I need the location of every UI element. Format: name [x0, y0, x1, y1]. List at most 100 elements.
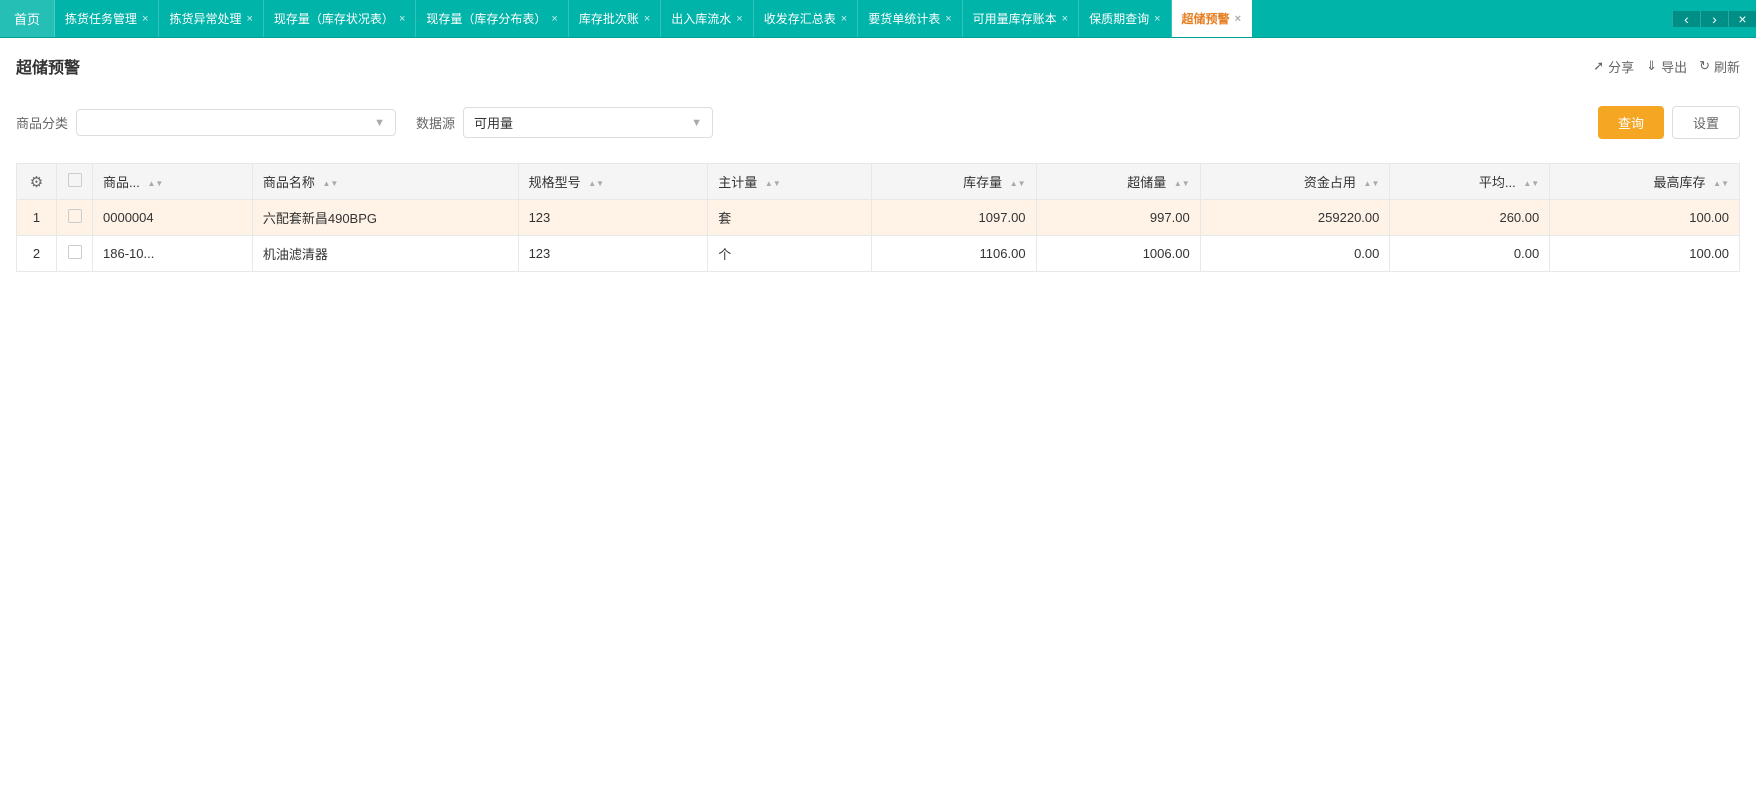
th-max-stock[interactable]: 最高库存 ▲▼ — [1550, 164, 1740, 200]
cell-capital-0: 259220.00 — [1200, 200, 1390, 236]
table-row: 1 0000004 六配套新昌490BPG 123 套 1097.00 997.… — [17, 200, 1740, 236]
query-button[interactable]: 查询 — [1598, 106, 1664, 139]
nav-label-4: 库存批次账 — [579, 10, 639, 27]
datasource-value: 可用量 — [474, 113, 513, 132]
nav-label-6: 收发存汇总表 — [764, 10, 836, 27]
cell-goods-code-0: 0000004 — [93, 200, 253, 236]
cell-unit-0: 套 — [708, 200, 872, 236]
refresh-label: 刷新 — [1714, 57, 1740, 76]
page-header: 超储预警 ➚ 分享 ⇓ 导出 ↻ 刷新 — [16, 54, 1740, 78]
filter-area: 商品分类 ▼ 数据源 可用量 ▼ 查询 设置 — [16, 94, 1740, 151]
nav-close-7[interactable]: × — [945, 13, 951, 25]
nav-item-10[interactable]: 超储预警 × — [1172, 0, 1252, 37]
cell-unit-1: 个 — [708, 236, 872, 272]
th-goods-code[interactable]: 商品... ▲▼ — [93, 164, 253, 200]
th-capital[interactable]: 资金占用 ▲▼ — [1200, 164, 1390, 200]
filter-buttons: 查询 设置 — [1598, 106, 1740, 139]
nav-close-1[interactable]: × — [246, 13, 252, 25]
th-goods-name-label: 商品名称 — [263, 175, 315, 190]
category-select[interactable]: ▼ — [76, 109, 396, 136]
nav-item-7[interactable]: 要货单统计表 × — [858, 0, 962, 37]
cell-stock-1: 1106.00 — [872, 236, 1036, 272]
cell-goods-name-0: 六配套新昌490BPG — [252, 200, 518, 236]
th-unit[interactable]: 主计量 ▲▼ — [708, 164, 872, 200]
category-label: 商品分类 — [16, 113, 68, 132]
refresh-button[interactable]: ↻ 刷新 — [1699, 57, 1740, 76]
sort-icon-capital: ▲▼ — [1364, 180, 1380, 188]
share-button[interactable]: ➚ 分享 — [1593, 57, 1634, 76]
nav-label-7: 要货单统计表 — [868, 10, 940, 27]
nav-arrow-right[interactable]: › — [1700, 11, 1728, 27]
export-icon: ⇓ — [1646, 58, 1657, 74]
nav-close-6[interactable]: × — [841, 13, 847, 25]
nav-item-9[interactable]: 保质期查询 × — [1079, 0, 1171, 37]
sort-icon-stock: ▲▼ — [1010, 180, 1026, 188]
nav-item-0[interactable]: 拣货任务管理 × — [55, 0, 159, 37]
cell-avg-1: 0.00 — [1390, 236, 1550, 272]
cell-checkbox-0[interactable] — [57, 200, 93, 236]
nav-item-6[interactable]: 收发存汇总表 × — [754, 0, 858, 37]
nav-label-2: 现存量（库存状况表） — [274, 10, 394, 27]
cell-max-stock-0: 100.00 — [1550, 200, 1740, 236]
nav-home[interactable]: 首页 — [0, 0, 55, 37]
settings-button[interactable]: 设置 — [1672, 106, 1740, 139]
th-goods-name[interactable]: 商品名称 ▲▼ — [252, 164, 518, 200]
th-settings: ⚙ — [17, 164, 57, 200]
th-over-stock-label: 超储量 — [1127, 175, 1166, 190]
nav-close-4[interactable]: × — [644, 13, 650, 25]
table-row: 2 186-10... 机油滤清器 123 个 1106.00 1006.00 … — [17, 236, 1740, 272]
th-spec-label: 规格型号 — [529, 175, 581, 190]
nav-label-5: 出入库流水 — [671, 10, 731, 27]
cell-spec-0: 123 — [518, 200, 708, 236]
nav-arrows: ‹ › × — [1672, 11, 1756, 27]
nav-item-1[interactable]: 拣货异常处理 × — [159, 0, 263, 37]
data-table: ⚙ 商品... ▲▼ 商品名称 ▲▼ 规格型号 ▲▼ 主计 — [16, 163, 1740, 272]
th-over-stock[interactable]: 超储量 ▲▼ — [1036, 164, 1200, 200]
nav-item-8[interactable]: 可用量库存账本 × — [963, 0, 1079, 37]
datasource-chevron-down-icon: ▼ — [691, 117, 702, 129]
nav-label-0: 拣货任务管理 — [65, 10, 137, 27]
nav-arrow-left[interactable]: ‹ — [1672, 11, 1700, 27]
nav-arrow-close[interactable]: × — [1728, 11, 1756, 27]
table-header-row: ⚙ 商品... ▲▼ 商品名称 ▲▼ 规格型号 ▲▼ 主计 — [17, 164, 1740, 200]
sort-icon-goods-name: ▲▼ — [323, 180, 339, 188]
cell-checkbox-1[interactable] — [57, 236, 93, 272]
nav-item-3[interactable]: 现存量（库存分布表） × — [416, 0, 568, 37]
nav-item-2[interactable]: 现存量（库存状况表） × — [264, 0, 416, 37]
table-body: 1 0000004 六配套新昌490BPG 123 套 1097.00 997.… — [17, 200, 1740, 272]
cell-stock-0: 1097.00 — [872, 200, 1036, 236]
th-unit-label: 主计量 — [718, 175, 757, 190]
nav-close-5[interactable]: × — [736, 13, 742, 25]
category-chevron-down-icon: ▼ — [374, 117, 385, 129]
th-stock[interactable]: 库存量 ▲▼ — [872, 164, 1036, 200]
nav-close-0[interactable]: × — [142, 13, 148, 25]
nav-close-10[interactable]: × — [1235, 13, 1241, 25]
nav-item-4[interactable]: 库存批次账 × — [569, 0, 661, 37]
nav-close-3[interactable]: × — [551, 13, 557, 25]
nav-close-8[interactable]: × — [1062, 13, 1068, 25]
sort-icon-avg: ▲▼ — [1523, 180, 1539, 188]
th-avg[interactable]: 平均... ▲▼ — [1390, 164, 1550, 200]
category-filter: 商品分类 ▼ — [16, 109, 396, 136]
row-checkbox-0[interactable] — [68, 209, 82, 223]
sort-icon-spec: ▲▼ — [588, 180, 604, 188]
export-button[interactable]: ⇓ 导出 — [1646, 57, 1687, 76]
sort-icon-over-stock: ▲▼ — [1174, 180, 1190, 188]
settings-icon[interactable]: ⚙ — [30, 173, 43, 191]
row-checkbox-1[interactable] — [68, 245, 82, 259]
cell-goods-code-1: 186-10... — [93, 236, 253, 272]
refresh-icon: ↻ — [1699, 58, 1710, 74]
th-stock-label: 库存量 — [963, 175, 1002, 190]
export-label: 导出 — [1661, 57, 1687, 76]
nav-item-5[interactable]: 出入库流水 × — [661, 0, 753, 37]
th-spec[interactable]: 规格型号 ▲▼ — [518, 164, 708, 200]
nav-label-8: 可用量库存账本 — [973, 10, 1057, 27]
share-icon: ➚ — [1593, 58, 1604, 74]
cell-spec-1: 123 — [518, 236, 708, 272]
header-checkbox[interactable] — [68, 173, 82, 187]
datasource-select[interactable]: 可用量 ▼ — [463, 107, 713, 138]
sort-icon-goods-code: ▲▼ — [147, 180, 163, 188]
nav-close-2[interactable]: × — [399, 13, 405, 25]
nav-label-9: 保质期查询 — [1089, 10, 1149, 27]
nav-close-9[interactable]: × — [1154, 13, 1160, 25]
